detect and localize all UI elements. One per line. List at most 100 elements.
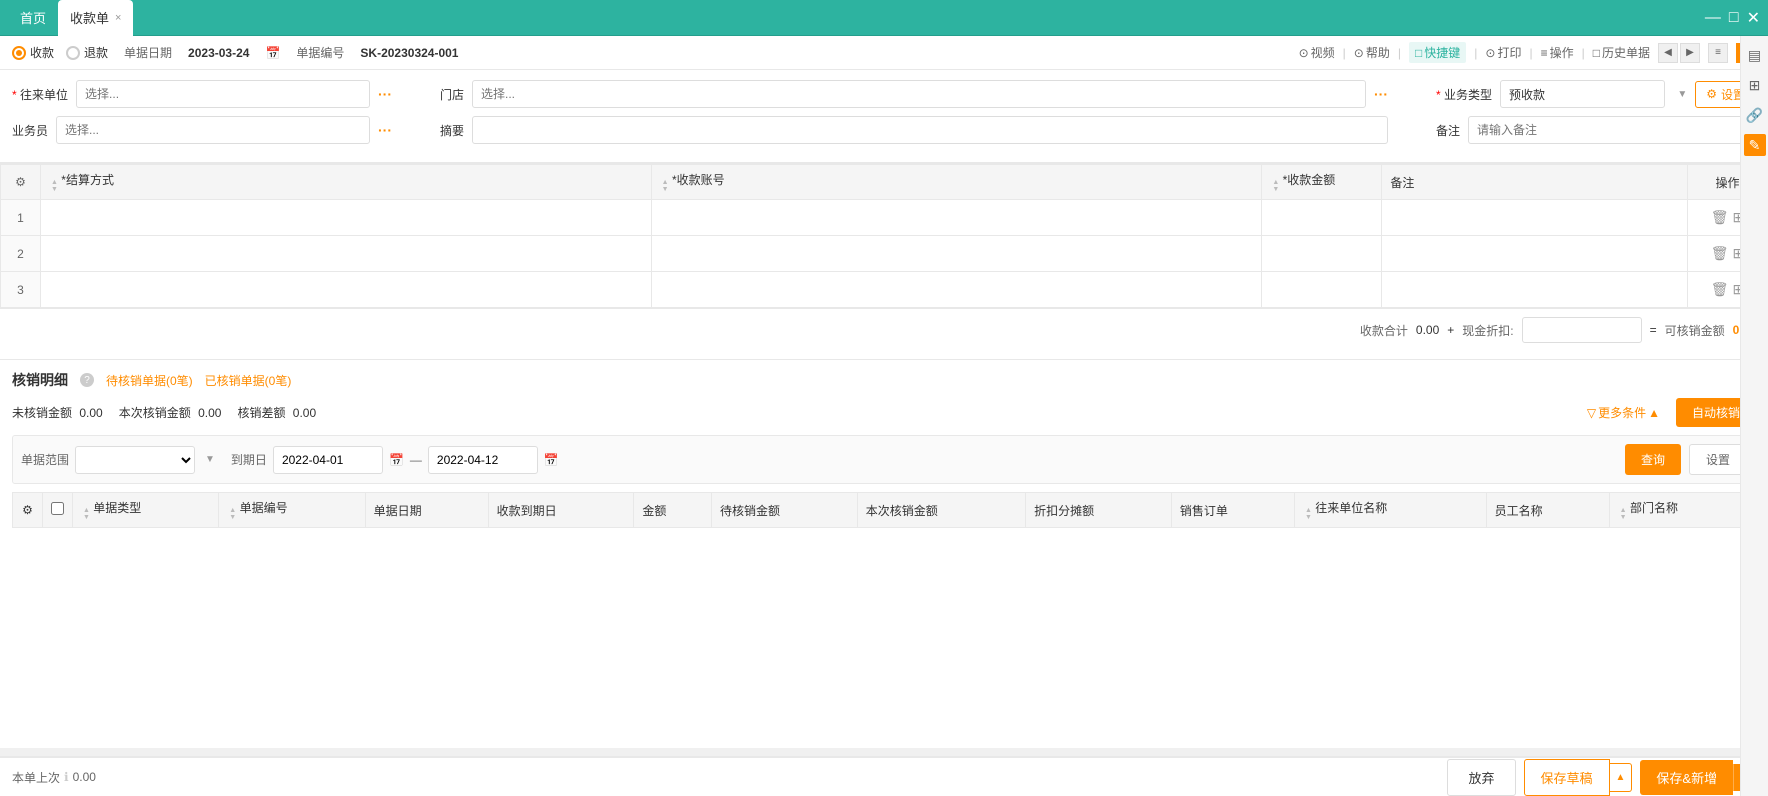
counterparty-more-btn[interactable]: ··· [378, 86, 392, 102]
date-from-calendar-icon[interactable]: 📅 [389, 453, 404, 467]
remark-input[interactable] [1468, 116, 1756, 144]
col-pending-cancel: 待核销金额 [711, 493, 857, 528]
delete-row-1-icon[interactable]: 🗑 [1711, 209, 1729, 226]
completed-link[interactable]: 已核销单据(0笔) [205, 372, 292, 389]
col-doc-num: ▲▼ 单据编号 [219, 493, 365, 528]
save-new-btn[interactable]: 保存&新增 [1640, 760, 1733, 795]
range-select[interactable] [75, 446, 195, 474]
amount-cell-2[interactable] [1262, 236, 1382, 272]
receipt-tab[interactable]: 收款单 × [58, 0, 133, 36]
query-btn[interactable]: 查询 [1625, 444, 1681, 475]
col-sales-order: 销售订单 [1171, 493, 1294, 528]
remark-label: 备注 [1436, 122, 1460, 139]
toolbar: 收款 退款 单据日期 2023-03-24 📅 单据编号 SK-20230324… [0, 36, 1768, 70]
table-settings-btn[interactable]: 设置 [1689, 444, 1747, 475]
calendar-icon[interactable]: 📅 [265, 46, 280, 60]
sidebar-icon-edit[interactable]: ✎ [1744, 134, 1766, 156]
verify-section: 核销明细 ? 待核销单据(0笔) 已核销单据(0笔) 未核销金额 0.00 本次… [0, 359, 1768, 538]
col-settlement: ▲▼ *结算方式 [41, 165, 652, 200]
verify-table-settings-icon[interactable]: ⚙ [22, 503, 33, 517]
account-cell-1[interactable] [651, 200, 1262, 236]
salesperson-label: 业务员 [12, 122, 48, 139]
maximize-icon[interactable]: □ [1729, 9, 1739, 27]
discount-input[interactable] [1522, 317, 1642, 343]
prev-record-btn[interactable]: ◀ [1658, 43, 1678, 63]
summary-input[interactable] [472, 116, 1388, 144]
pending-link[interactable]: 待核销单据(0笔) [106, 372, 193, 389]
business-type-arrow[interactable]: ▼ [1677, 89, 1687, 100]
print-link[interactable]: ⊙ 打印 [1485, 44, 1521, 61]
sidebar-icon-link[interactable]: 🔗 [1744, 104, 1766, 126]
range-dropdown-icon[interactable]: ▼ [205, 454, 215, 465]
summary-label: 摘要 [440, 122, 464, 139]
list-view-btn[interactable]: ≡ [1708, 43, 1728, 63]
verify-table: ⚙ ▲▼ 单据类型 ▲▼ 单据编号 单据日期 [12, 492, 1756, 528]
amount-cell-3[interactable] [1262, 272, 1382, 308]
save-draft-btn[interactable]: 保存草稿 [1524, 759, 1610, 796]
diff-stat: 核销差额 0.00 [237, 404, 316, 421]
remark-cell-1[interactable] [1382, 200, 1688, 236]
date-from-input[interactable] [273, 446, 383, 474]
select-all-checkbox[interactable] [51, 502, 64, 515]
receive-radio-dot [12, 46, 26, 60]
table-settings-icon[interactable]: ⚙ [15, 175, 26, 189]
remark-cell-2[interactable] [1382, 236, 1688, 272]
help-link[interactable]: ⊙ 帮助 [1354, 44, 1390, 61]
period-info-icon[interactable]: ℹ [64, 770, 69, 784]
salesperson-input[interactable] [56, 116, 370, 144]
gear-icon: ⚙ [1706, 87, 1717, 101]
account-cell-2[interactable] [651, 236, 1262, 272]
close-tab-icon[interactable]: × [115, 12, 121, 24]
sidebar-icon-doc[interactable]: ⊞ [1744, 74, 1766, 96]
print-icon: ⊙ [1485, 46, 1495, 60]
delete-row-2-icon[interactable]: 🗑 [1711, 245, 1729, 262]
store-more-btn[interactable]: ··· [1374, 86, 1388, 102]
operation-link[interactable]: ≡ 操作 [1541, 44, 1574, 61]
next-record-btn[interactable]: ▶ [1680, 43, 1700, 63]
history-icon: □ [1593, 46, 1600, 60]
verify-info-icon[interactable]: ? [80, 373, 94, 387]
date-to-calendar-icon[interactable]: 📅 [544, 453, 559, 467]
toolbar-actions: ⊙ 视频 | ⊙ 帮助 | □ 快捷键 | ⊙ 打印 | ≡ 操作 | [1299, 42, 1756, 63]
table-row: 2 🗑 ⊞ [1, 236, 1768, 272]
store-label: 门店 [440, 86, 464, 103]
receipt-table-container: ⚙ ▲▼ *结算方式 ▲▼ *收款账号 ▲▼ *收款金额 备注 [0, 163, 1768, 308]
sidebar-icon-table[interactable]: ▤ [1744, 44, 1766, 66]
remark-cell-3[interactable] [1382, 272, 1688, 308]
window-controls: — □ ✕ [1705, 8, 1760, 28]
range-item: 单据范围 ▼ [21, 446, 215, 474]
home-tab[interactable]: 首页 [8, 8, 58, 27]
verify-form: 单据范围 ▼ 到期日 📅 — 📅 查询 设置 [12, 435, 1756, 484]
abandon-btn[interactable]: 放弃 [1447, 759, 1515, 796]
history-link[interactable]: □ 历史单据 [1593, 44, 1650, 61]
date-label: 单据日期 [124, 44, 172, 61]
operation-icon: ≡ [1541, 46, 1548, 60]
refund-radio[interactable]: 退款 [66, 44, 108, 61]
date-to-input[interactable] [428, 446, 538, 474]
video-link[interactable]: ⊙ 视频 [1299, 44, 1335, 61]
date-value: 2023-03-24 [188, 46, 249, 60]
counterparty-input[interactable] [76, 80, 370, 108]
settlement-cell-1[interactable] [41, 200, 652, 236]
number-label: 单据编号 [296, 44, 344, 61]
amount-cell-1[interactable] [1262, 200, 1382, 236]
table-row: 3 🗑 ⊞ [1, 272, 1768, 308]
receive-radio[interactable]: 收款 [12, 44, 54, 61]
col-counterparty-name: ▲▼ 往来单位名称 [1294, 493, 1486, 528]
close-window-icon[interactable]: ✕ [1747, 8, 1760, 28]
refund-radio-dot [66, 46, 80, 60]
account-cell-3[interactable] [651, 272, 1262, 308]
more-conditions-link[interactable]: ▽ 更多条件 ▲ [1587, 404, 1660, 421]
settlement-cell-3[interactable] [41, 272, 652, 308]
store-col: 门店 ··· [440, 80, 1388, 108]
salesperson-more-btn[interactable]: ··· [378, 122, 392, 138]
save-draft-arrow-btn[interactable]: ▲ [1610, 763, 1633, 792]
settlement-cell-2[interactable] [41, 236, 652, 272]
store-input[interactable] [472, 80, 1366, 108]
form-row-1: 往来单位 ··· 门店 ··· 业务类型 预收款 ▼ ⚙ 设置 [12, 80, 1756, 108]
delete-row-3-icon[interactable]: 🗑 [1711, 281, 1729, 298]
shortcut-link[interactable]: □ 快捷键 [1409, 42, 1466, 63]
minimize-icon[interactable]: — [1705, 9, 1721, 27]
period-info: 本单上次 ℹ 0.00 [12, 769, 96, 786]
col-doc-date: 单据日期 [365, 493, 488, 528]
